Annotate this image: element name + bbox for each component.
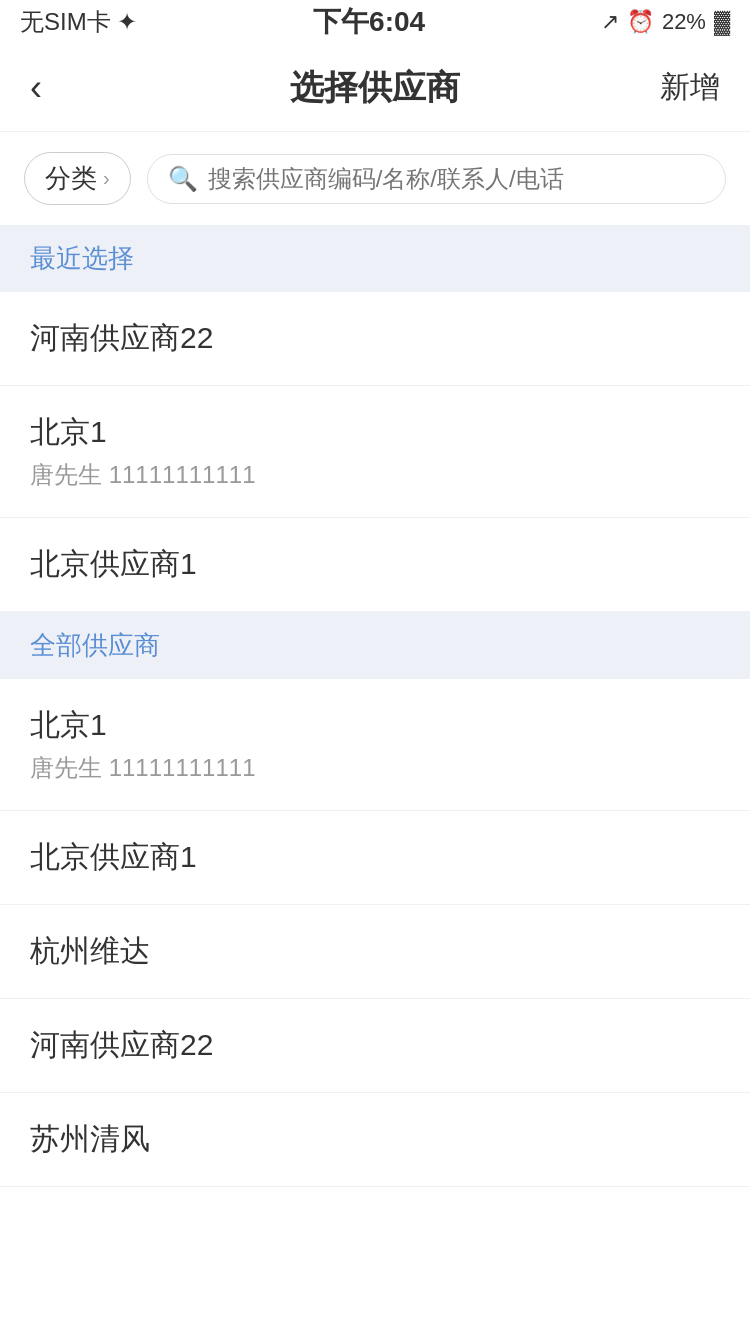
location-icon: ↗ xyxy=(601,9,619,35)
list-item[interactable]: 北京供应商1 xyxy=(0,518,750,612)
recent-section-header: 最近选择 xyxy=(0,225,750,292)
battery-label: 22% xyxy=(662,9,706,35)
item-name: 北京1 xyxy=(30,412,720,453)
item-name: 北京1 xyxy=(30,705,720,746)
item-name: 河南供应商22 xyxy=(30,318,720,359)
nav-bar: ‹ 选择供应商 新增 xyxy=(0,44,750,132)
page-title: 选择供应商 xyxy=(290,65,460,111)
category-button[interactable]: 分类 › xyxy=(24,152,131,205)
list-item[interactable]: 北京1 唐先生 11111111111 xyxy=(0,386,750,518)
list-item[interactable]: 苏州清风 xyxy=(0,1093,750,1187)
item-sub: 唐先生 11111111111 xyxy=(30,752,720,784)
search-input[interactable] xyxy=(208,165,705,193)
item-name: 北京供应商1 xyxy=(30,837,720,878)
chevron-right-icon: › xyxy=(103,167,110,190)
no-sim-label: 无SIM卡 ✦ xyxy=(20,6,137,38)
list-item[interactable]: 杭州维达 xyxy=(0,905,750,999)
back-button[interactable]: ‹ xyxy=(30,67,90,109)
item-name: 杭州维达 xyxy=(30,931,720,972)
list-item[interactable]: 北京1 唐先生 11111111111 xyxy=(0,679,750,811)
status-time: 下午6:04 xyxy=(313,3,425,41)
status-bar: 无SIM卡 ✦ 下午6:04 ↗ ⏰ 22% ▓ xyxy=(0,0,750,44)
filter-bar: 分类 › 🔍 xyxy=(0,132,750,225)
status-right: ↗ ⏰ 22% ▓ xyxy=(601,9,730,35)
recent-list: 河南供应商22 北京1 唐先生 11111111111 北京供应商1 xyxy=(0,292,750,612)
list-item[interactable]: 河南供应商22 xyxy=(0,292,750,386)
item-name: 苏州清风 xyxy=(30,1119,720,1160)
item-sub: 唐先生 11111111111 xyxy=(30,459,720,491)
all-section-header: 全部供应商 xyxy=(0,612,750,679)
search-bar[interactable]: 🔍 xyxy=(147,154,726,204)
search-icon: 🔍 xyxy=(168,165,198,193)
category-label: 分类 xyxy=(45,161,97,196)
add-button[interactable]: 新增 xyxy=(660,67,720,108)
all-list: 北京1 唐先生 11111111111 北京供应商1 杭州维达河南供应商22 苏州清风 xyxy=(0,679,750,1187)
list-item[interactable]: 河南供应商22 xyxy=(0,999,750,1093)
item-name: 河南供应商22 xyxy=(30,1025,720,1066)
list-item[interactable]: 北京供应商1 xyxy=(0,811,750,905)
status-left: 无SIM卡 ✦ xyxy=(20,6,137,38)
alarm-icon: ⏰ xyxy=(627,9,654,35)
battery-icon: ▓ xyxy=(714,9,730,35)
item-name: 北京供应商1 xyxy=(30,544,720,585)
